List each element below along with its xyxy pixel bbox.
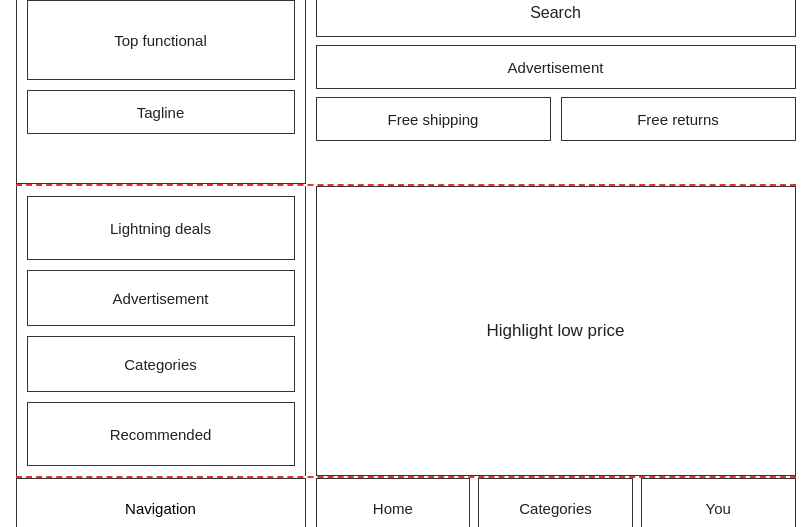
right-middle-panel: Highlight low price [306,186,796,476]
top-functional-label: Top functional [114,32,207,49]
bottom-section: Navigation Home Categories You [16,478,796,527]
free-shipping-box: Free shipping [316,97,551,141]
categories-tab[interactable]: Categories [478,478,633,527]
badges-row: Free shipping Free returns [316,97,796,141]
highlight-low-price-label: Highlight low price [487,321,625,341]
free-returns-label: Free returns [637,111,719,128]
search-box[interactable]: Search [316,0,796,37]
home-tab[interactable]: Home [316,478,471,527]
tagline-box: Tagline [27,90,295,134]
left-top-panel: Top functional Tagline [16,0,306,184]
free-returns-box: Free returns [561,97,796,141]
recommended-box: Recommended [27,402,295,466]
you-tab[interactable]: You [641,478,796,527]
navigation-label: Navigation [125,500,196,517]
tagline-label: Tagline [137,104,185,121]
lightning-deals-label: Lightning deals [110,220,211,237]
recommended-label: Recommended [110,426,212,443]
you-tab-label: You [706,500,731,517]
highlight-low-price-box: Highlight low price [316,186,796,476]
wireframe: Top functional Tagline Search Advertisem… [16,0,796,527]
middle-section: Lightning deals Advertisement Categories… [16,186,796,476]
top-functional-box: Top functional [27,0,295,80]
search-label: Search [530,4,581,22]
lightning-deals-box: Lightning deals [27,196,295,260]
categories-box-left: Categories [27,336,295,392]
categories-label-left: Categories [124,356,197,373]
advertisement-box-right: Advertisement [316,45,796,89]
free-shipping-label: Free shipping [388,111,479,128]
bottom-nav-row: Home Categories You [306,478,796,527]
right-top-panel: Search Advertisement Free shipping Free … [306,0,796,184]
advertisement-box-left: Advertisement [27,270,295,326]
categories-tab-label: Categories [519,500,592,517]
left-middle-panel: Lightning deals Advertisement Categories… [16,186,306,476]
home-tab-label: Home [373,500,413,517]
top-section: Top functional Tagline Search Advertisem… [16,0,796,184]
navigation-box[interactable]: Navigation [16,478,306,527]
advertisement-label-right: Advertisement [508,59,604,76]
advertisement-label-left: Advertisement [113,290,209,307]
